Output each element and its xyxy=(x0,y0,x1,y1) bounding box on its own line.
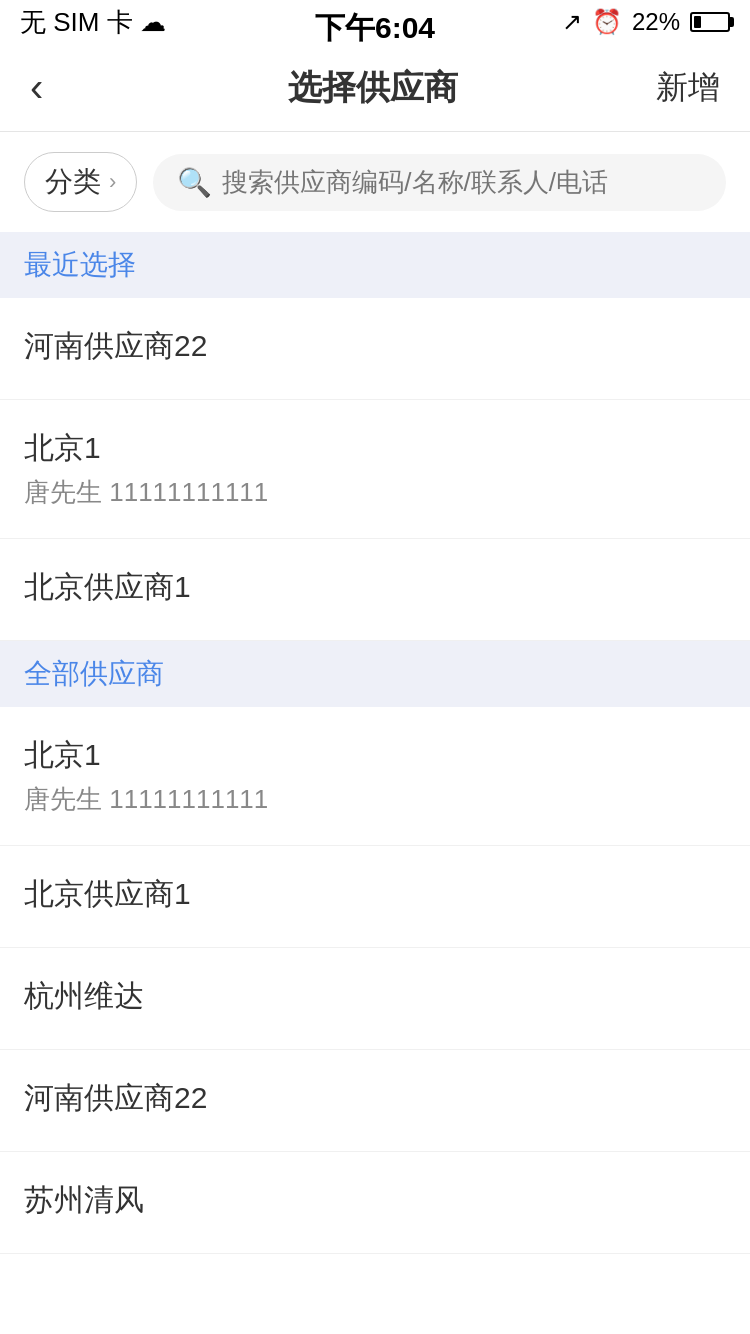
status-time: 下午6:04 xyxy=(315,8,435,49)
nav-bar: ‹ 选择供应商 新增 xyxy=(0,44,750,132)
item-sub: 唐先生 11111111111 xyxy=(24,782,726,817)
list-item[interactable]: 北京1 唐先生 11111111111 xyxy=(0,400,750,539)
status-right: ↗ ⏰ 22% xyxy=(562,8,730,36)
item-name: 北京供应商1 xyxy=(24,567,726,608)
section-header-all: 全部供应商 xyxy=(0,641,750,707)
item-name: 苏州清风 xyxy=(24,1180,726,1221)
battery-icon xyxy=(690,12,730,32)
item-name: 河南供应商22 xyxy=(24,326,726,367)
list-item[interactable]: 河南供应商22 xyxy=(0,298,750,400)
list-item[interactable]: 北京供应商1 xyxy=(0,539,750,641)
page-title: 选择供应商 xyxy=(90,65,656,111)
list-item[interactable]: 杭州维达 xyxy=(0,948,750,1050)
search-icon: 🔍 xyxy=(177,166,212,199)
item-name: 北京供应商1 xyxy=(24,874,726,915)
item-name: 北京1 xyxy=(24,428,726,469)
battery-label: 22% xyxy=(632,8,680,36)
search-area: 分类 › 🔍 xyxy=(0,132,750,232)
back-button[interactable]: ‹ xyxy=(30,65,90,110)
section-header-recent: 最近选择 xyxy=(0,232,750,298)
sections-container: 最近选择河南供应商22 北京1 唐先生 11111111111 北京供应商1 全部供应商… xyxy=(0,232,750,1254)
category-filter-button[interactable]: 分类 › xyxy=(24,152,137,212)
item-name: 北京1 xyxy=(24,735,726,776)
list-item[interactable]: 河南供应商22 xyxy=(0,1050,750,1152)
status-bar: 无 SIM 卡 ☁ 下午6:04 ↗ ⏰ 22% xyxy=(0,0,750,44)
sim-label: 无 SIM 卡 ☁ xyxy=(20,5,166,40)
list-item[interactable]: 苏州清风 xyxy=(0,1152,750,1254)
category-label: 分类 xyxy=(45,163,101,201)
list-item[interactable]: 北京供应商1 xyxy=(0,846,750,948)
item-name: 河南供应商22 xyxy=(24,1078,726,1119)
item-name: 杭州维达 xyxy=(24,976,726,1017)
status-left: 无 SIM 卡 ☁ xyxy=(20,5,166,40)
back-icon: ‹ xyxy=(30,65,43,110)
chevron-right-icon: › xyxy=(109,169,116,195)
item-sub: 唐先生 11111111111 xyxy=(24,475,726,510)
search-input[interactable] xyxy=(222,167,702,198)
location-icon: ↗ xyxy=(562,8,582,36)
list-item[interactable]: 北京1 唐先生 11111111111 xyxy=(0,707,750,846)
add-button[interactable]: 新增 xyxy=(656,66,720,110)
search-input-wrap[interactable]: 🔍 xyxy=(153,154,726,211)
alarm-icon: ⏰ xyxy=(592,8,622,36)
